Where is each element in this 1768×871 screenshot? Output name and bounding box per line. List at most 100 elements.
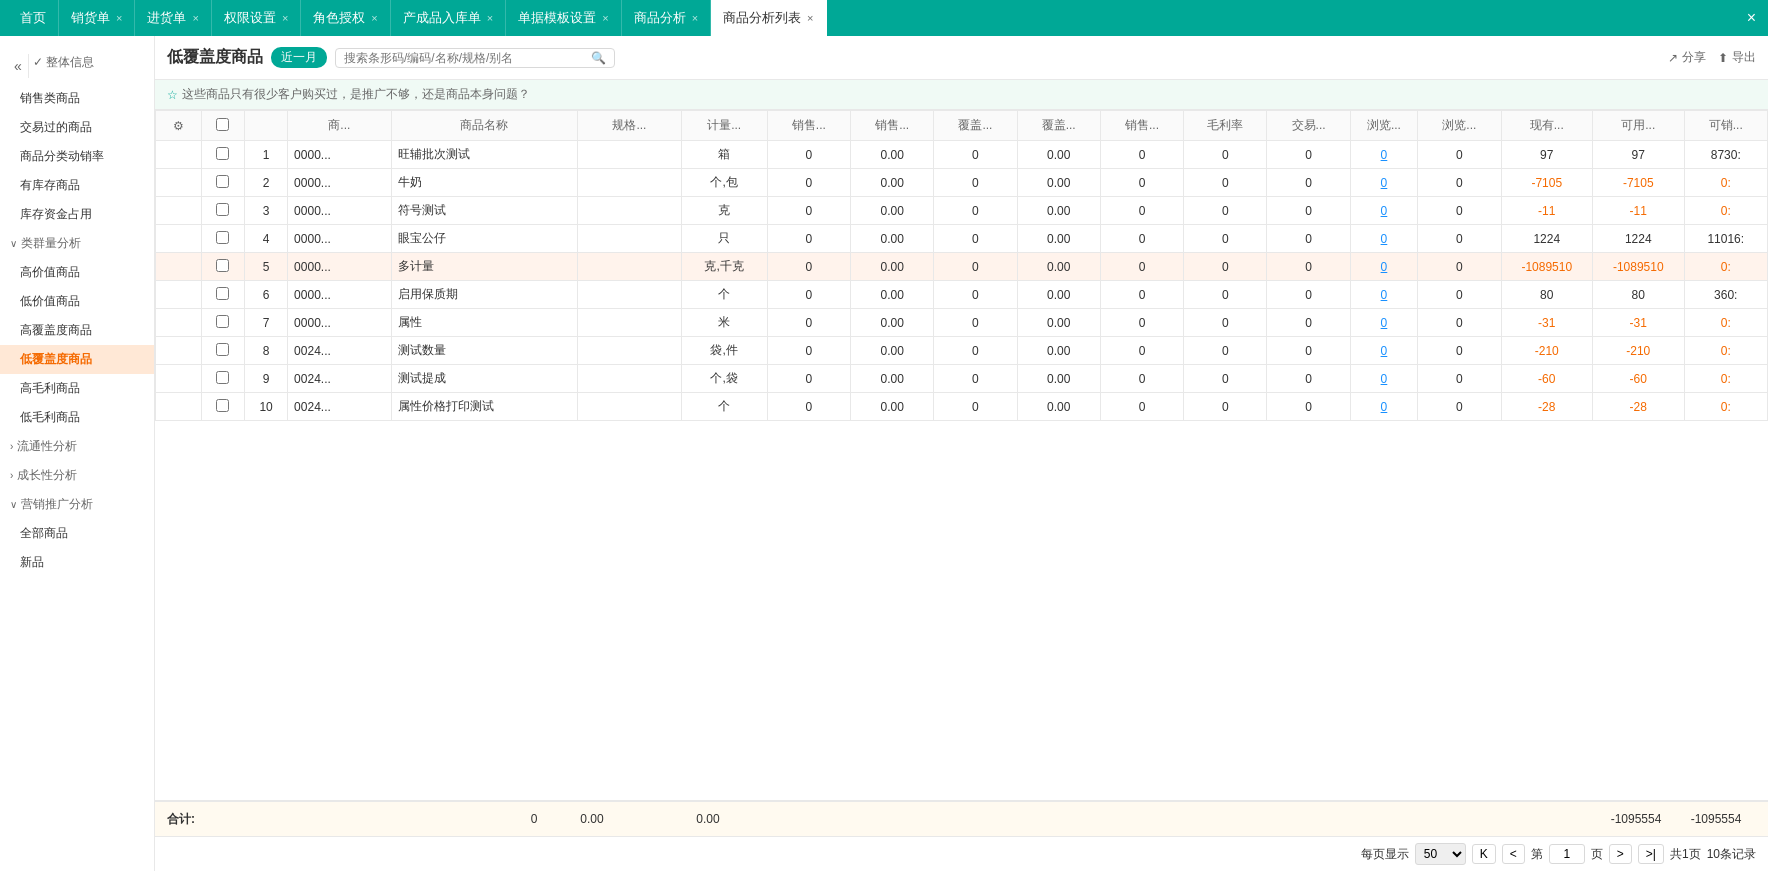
sidebar-section-marketing[interactable]: ∨ 营销推广分析 <box>0 490 154 519</box>
page-number-input[interactable] <box>1549 844 1585 864</box>
close-icon[interactable]: × <box>282 12 288 24</box>
row-cov2: 0.00 <box>1017 225 1100 253</box>
row-browse1[interactable]: 0 <box>1350 225 1418 253</box>
col-spec-header[interactable]: 规格... <box>578 111 681 141</box>
row-code: 0000... <box>288 253 391 281</box>
sidebar-item-all-goods[interactable]: 全部商品 <box>0 519 154 548</box>
col-browse2-header[interactable]: 浏览... <box>1418 111 1501 141</box>
sidebar-section-growth[interactable]: › 成长性分析 <box>0 461 154 490</box>
select-all-checkbox[interactable] <box>216 118 229 131</box>
sidebar-item-low-value[interactable]: 低价值商品 <box>0 287 154 316</box>
row-browse1[interactable]: 0 <box>1350 197 1418 225</box>
total-label: 合计: <box>167 811 195 828</box>
sidebar-item-low-margin[interactable]: 低毛利商品 <box>0 403 154 432</box>
sidebar-item-stock-capital[interactable]: 库存资金占用 <box>0 200 154 229</box>
period-button[interactable]: 近一月 <box>271 47 327 68</box>
col-settings-header[interactable]: ⚙ <box>156 111 202 141</box>
total-sales-amt: 0.00 <box>563 812 621 826</box>
close-icon[interactable]: × <box>692 12 698 24</box>
col-current-stock-header[interactable]: 现有... <box>1501 111 1593 141</box>
row-browse1[interactable]: 0 <box>1350 169 1418 197</box>
nav-tab-roles[interactable]: 角色授权 × <box>301 0 390 36</box>
row-browse1[interactable]: 0 <box>1350 393 1418 421</box>
nav-tab-sales[interactable]: 销货单 × <box>59 0 135 36</box>
row-sales-cov: 0 <box>1100 309 1183 337</box>
nav-tab-purchase[interactable]: 进货单 × <box>135 0 211 36</box>
sidebar-item-new-goods[interactable]: 新品 <box>0 548 154 577</box>
col-cov2-header[interactable]: 覆盖... <box>1017 111 1100 141</box>
col-code-header[interactable]: 商... <box>288 111 391 141</box>
close-all-button[interactable]: × <box>1747 9 1756 27</box>
next-page-button[interactable]: > <box>1609 844 1632 864</box>
sidebar-item-high-coverage[interactable]: 高覆盖度商品 <box>0 316 154 345</box>
col-check-header[interactable] <box>201 111 244 141</box>
row-browse1[interactable]: 0 <box>1350 365 1418 393</box>
col-browse1-header[interactable]: 浏览... <box>1350 111 1418 141</box>
col-gross-margin-header[interactable]: 毛利率 <box>1184 111 1267 141</box>
row-sales-cov: 0 <box>1100 141 1183 169</box>
row-checkbox[interactable] <box>201 365 244 393</box>
per-page-select[interactable]: 20 50 100 <box>1415 843 1466 865</box>
sidebar-item-sales-goods[interactable]: 销售类商品 <box>0 84 154 113</box>
close-icon[interactable]: × <box>116 12 122 24</box>
sidebar-item-traded-goods[interactable]: 交易过的商品 <box>0 113 154 142</box>
share-button[interactable]: ↗ 分享 <box>1668 49 1706 66</box>
col-sales-cov-header[interactable]: 销售... <box>1100 111 1183 141</box>
row-browse1[interactable]: 0 <box>1350 337 1418 365</box>
prev-page-button[interactable]: < <box>1502 844 1525 864</box>
sidebar-item-high-margin[interactable]: 高毛利商品 <box>0 374 154 403</box>
pagination-bar: 每页显示 20 50 100 K < 第 页 > >| 共1页 10条记录 <box>155 836 1768 871</box>
col-name-header[interactable]: 商品名称 <box>391 111 578 141</box>
first-page-button[interactable]: K <box>1472 844 1496 864</box>
col-saleable-header[interactable]: 可销... <box>1684 111 1768 141</box>
col-available-stock-header[interactable]: 可用... <box>1593 111 1685 141</box>
row-cov1: 0 <box>934 337 1017 365</box>
row-settings <box>156 393 202 421</box>
close-icon[interactable]: × <box>807 12 813 24</box>
row-checkbox[interactable] <box>201 309 244 337</box>
row-settings <box>156 309 202 337</box>
col-unit-header[interactable]: 计量... <box>681 111 767 141</box>
row-name: 属性价格打印测试 <box>391 393 578 421</box>
row-checkbox[interactable] <box>201 141 244 169</box>
search-icon[interactable]: 🔍 <box>591 51 606 65</box>
nav-tab-warehousing[interactable]: 产成品入库单 × <box>391 0 506 36</box>
row-browse1[interactable]: 0 <box>1350 309 1418 337</box>
export-button[interactable]: ⬆ 导出 <box>1718 49 1756 66</box>
row-checkbox[interactable] <box>201 393 244 421</box>
row-sales-qty: 0 <box>767 337 850 365</box>
sidebar-item-category-rate[interactable]: 商品分类动销率 <box>0 142 154 171</box>
row-browse1[interactable]: 0 <box>1350 253 1418 281</box>
row-checkbox[interactable] <box>201 337 244 365</box>
close-icon[interactable]: × <box>602 12 608 24</box>
close-icon[interactable]: × <box>192 12 198 24</box>
sidebar-section-flow[interactable]: › 流通性分析 <box>0 432 154 461</box>
row-browse1[interactable]: 0 <box>1350 281 1418 309</box>
row-code: 0024... <box>288 337 391 365</box>
row-checkbox[interactable] <box>201 281 244 309</box>
sidebar-item-low-coverage[interactable]: 低覆盖度商品 <box>0 345 154 374</box>
nav-tab-analysis[interactable]: 商品分析 × <box>622 0 711 36</box>
sidebar-toggle-button[interactable]: « <box>8 54 29 78</box>
row-checkbox[interactable] <box>201 225 244 253</box>
row-checkbox[interactable] <box>201 253 244 281</box>
col-cov1-header[interactable]: 覆盖... <box>934 111 1017 141</box>
col-trade-header[interactable]: 交易... <box>1267 111 1350 141</box>
nav-tab-analysis-list[interactable]: 商品分析列表 × <box>711 0 826 36</box>
last-page-button[interactable]: >| <box>1638 844 1664 864</box>
row-browse1[interactable]: 0 <box>1350 141 1418 169</box>
sidebar-item-in-stock[interactable]: 有库存商品 <box>0 171 154 200</box>
close-icon[interactable]: × <box>371 12 377 24</box>
col-sales-qty-header[interactable]: 销售... <box>767 111 850 141</box>
nav-tab-template[interactable]: 单据模板设置 × <box>506 0 621 36</box>
sidebar-section-category[interactable]: ∨ 类群量分析 <box>0 229 154 258</box>
col-sales-amt-header[interactable]: 销售... <box>851 111 934 141</box>
row-checkbox[interactable] <box>201 197 244 225</box>
sidebar-item-high-value[interactable]: 高价值商品 <box>0 258 154 287</box>
search-input[interactable] <box>344 51 587 65</box>
nav-tab-home[interactable]: 首页 <box>8 0 59 36</box>
row-settings <box>156 365 202 393</box>
nav-tab-permissions[interactable]: 权限设置 × <box>212 0 301 36</box>
close-icon[interactable]: × <box>487 12 493 24</box>
row-checkbox[interactable] <box>201 169 244 197</box>
